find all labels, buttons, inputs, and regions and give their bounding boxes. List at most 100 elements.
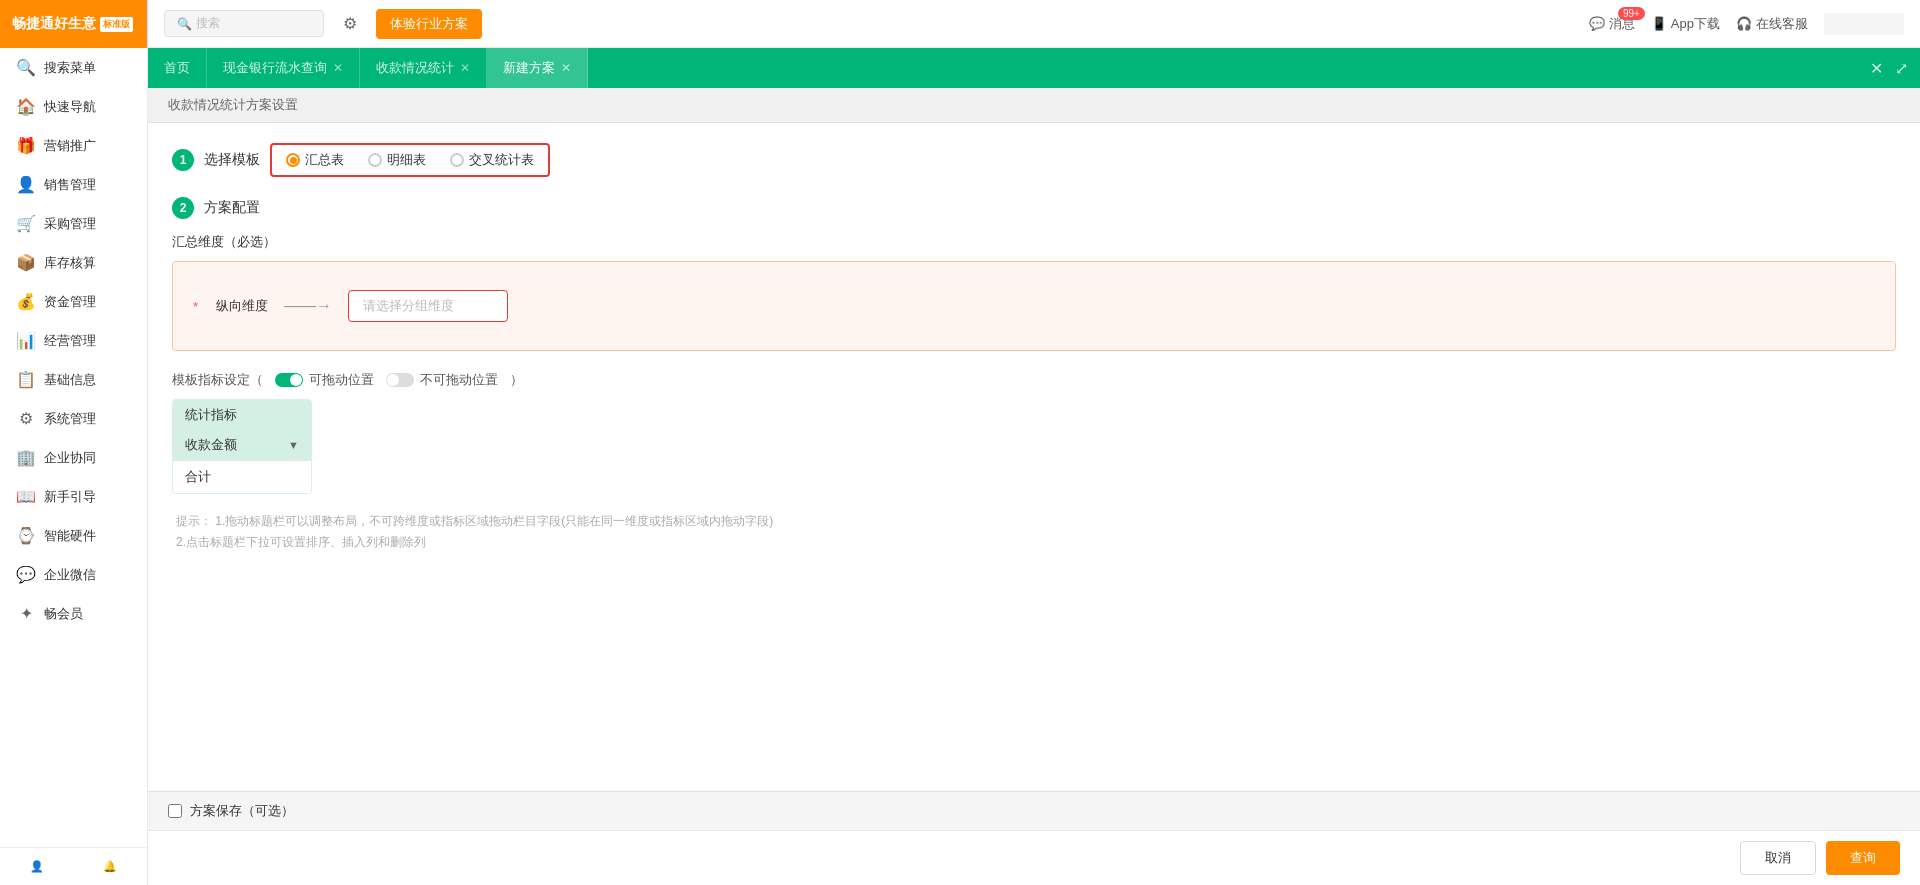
logo-badge: 标准版 bbox=[100, 17, 133, 32]
message-button[interactable]: 💬 消息 99+ bbox=[1589, 15, 1635, 33]
search-placeholder: 搜索 bbox=[196, 15, 220, 32]
home-icon: 🏠 bbox=[16, 97, 36, 116]
tip-2: 2.点击标题栏下拉可设置排序、插入列和删除列 bbox=[176, 534, 1896, 551]
sidebar-item-label: 快速导航 bbox=[44, 98, 96, 116]
user-icon: 👤 bbox=[16, 175, 36, 194]
radio-summary[interactable]: 汇总表 bbox=[286, 151, 344, 169]
sidebar-item-search-menu[interactable]: 🔍 搜索菜单 bbox=[0, 48, 147, 87]
sidebar-item-quick-nav[interactable]: 🏠 快速导航 bbox=[0, 87, 147, 126]
tab-stats-label: 收款情况统计 bbox=[376, 59, 454, 77]
tab-new-plan-close-icon[interactable]: ✕ bbox=[561, 61, 571, 75]
radio-detail-label: 明细表 bbox=[387, 151, 426, 169]
tab-home[interactable]: 首页 bbox=[148, 48, 207, 88]
cart-icon: 🛒 bbox=[16, 214, 36, 233]
sidebar-item-operation[interactable]: 📊 经营管理 bbox=[0, 321, 147, 360]
tab-bank-close-icon[interactable]: ✕ bbox=[333, 61, 343, 75]
template-radio-group: 汇总表 明细表 交叉统计表 bbox=[270, 143, 550, 177]
industry-btn[interactable]: 体验行业方案 bbox=[376, 9, 482, 39]
step1-section: 1 选择模板 汇总表 明细表 bbox=[172, 143, 1896, 177]
tips-section: 提示： 1.拖动标题栏可以调整布局，不可跨维度或指标区域拖动栏目字段(只能在同一… bbox=[172, 513, 1896, 551]
indicator-toolbar: 模板指标设定（ 可拖动位置 不可拖动位置 bbox=[172, 371, 1896, 389]
sidebar-bottom-notify[interactable]: 🔔 bbox=[99, 856, 121, 877]
sidebar-item-label: 搜索菜单 bbox=[44, 59, 96, 77]
non-draggable-label: 不可拖动位置 bbox=[420, 371, 498, 389]
cancel-button[interactable]: 取消 bbox=[1740, 841, 1816, 875]
step2-header: 2 方案配置 bbox=[172, 197, 1896, 219]
breadcrumb: 收款情况统计方案设置 bbox=[148, 88, 1920, 123]
tip-1: 提示： 1.拖动标题栏可以调整布局，不可跨维度或指标区域拖动栏目字段(只能在同一… bbox=[176, 513, 1896, 530]
sidebar-item-purchase[interactable]: 🛒 采购管理 bbox=[0, 204, 147, 243]
gift-icon: 🎁 bbox=[16, 136, 36, 155]
tab-stats[interactable]: 收款情况统计 ✕ bbox=[360, 48, 487, 88]
sidebar-item-wechat[interactable]: 💬 企业微信 bbox=[0, 555, 147, 594]
support-button[interactable]: 🎧 在线客服 bbox=[1736, 15, 1808, 33]
indicator-section: 模板指标设定（ 可拖动位置 不可拖动位置 bbox=[172, 371, 1896, 497]
download-button[interactable]: 📱 App下载 bbox=[1651, 15, 1720, 33]
save-checkbox[interactable] bbox=[168, 804, 182, 818]
tab-new-plan[interactable]: 新建方案 ✕ bbox=[487, 48, 588, 88]
clipboard-icon: 📋 bbox=[16, 370, 36, 389]
money-icon: 💰 bbox=[16, 292, 36, 311]
tab-stats-close-icon[interactable]: ✕ bbox=[460, 61, 470, 75]
sidebar-item-finance[interactable]: 💰 资金管理 bbox=[0, 282, 147, 321]
draggable-toggle[interactable]: 可拖动位置 bbox=[275, 371, 374, 389]
draggable-toggle-box bbox=[275, 373, 303, 387]
user-avatar[interactable] bbox=[1824, 13, 1904, 35]
sidebar: 畅捷通好生意 标准版 🔍 搜索菜单 🏠 快速导航 🎁 营销推广 👤 销售管理 🛒… bbox=[0, 0, 148, 885]
step2-title: 方案配置 bbox=[204, 199, 260, 217]
settings-button[interactable]: ⚙ bbox=[336, 10, 364, 38]
tab-expand-icon[interactable]: ⤢ bbox=[1895, 59, 1908, 78]
sidebar-item-label: 营销推广 bbox=[44, 137, 96, 155]
page-footer: 方案保存（可选） bbox=[148, 791, 1920, 830]
sidebar-item-smart-hw[interactable]: ⌚ 智能硬件 bbox=[0, 516, 147, 555]
sidebar-item-label: 采购管理 bbox=[44, 215, 96, 233]
required-star: * bbox=[193, 299, 198, 314]
sidebar-item-basic-info[interactable]: 📋 基础信息 bbox=[0, 360, 147, 399]
step1-num: 1 bbox=[172, 149, 194, 171]
support-icon: 🎧 bbox=[1736, 16, 1752, 31]
sidebar-bottom-user[interactable]: 👤 bbox=[26, 856, 48, 877]
dimension-select[interactable]: 请选择分组维度 bbox=[348, 290, 508, 322]
chart-icon: 📊 bbox=[16, 331, 36, 350]
total-cell: 合计 bbox=[173, 460, 311, 493]
radio-cross[interactable]: 交叉统计表 bbox=[450, 151, 534, 169]
radio-detail[interactable]: 明细表 bbox=[368, 151, 426, 169]
amount-label: 收款金额 bbox=[185, 436, 237, 454]
sidebar-item-guide[interactable]: 📖 新手引导 bbox=[0, 477, 147, 516]
non-draggable-toggle-box bbox=[386, 373, 414, 387]
topbar-right: 💬 消息 99+ 📱 App下载 🎧 在线客服 bbox=[1589, 13, 1904, 35]
support-label: 在线客服 bbox=[1756, 15, 1808, 33]
stats-indicator-header: 统计指标 bbox=[173, 400, 311, 430]
search-input[interactable]: 🔍 搜索 bbox=[164, 10, 324, 37]
dimension-section-label: 汇总维度（必选） bbox=[172, 233, 1896, 251]
sidebar-item-marketing[interactable]: 🎁 营销推广 bbox=[0, 126, 147, 165]
non-draggable-toggle[interactable]: 不可拖动位置 bbox=[386, 371, 498, 389]
tab-close-icon[interactable]: ✕ bbox=[1870, 59, 1883, 78]
sidebar-item-label: 基础信息 bbox=[44, 371, 96, 389]
star-icon: ✦ bbox=[16, 604, 36, 623]
indicator-title: 模板指标设定（ bbox=[172, 371, 263, 389]
main-content: 🔍 搜索 ⚙ 体验行业方案 💬 消息 99+ 📱 App下载 🎧 在线客服 bbox=[148, 0, 1920, 885]
dimension-area: * 纵向维度 ——→ 请选择分组维度 bbox=[172, 261, 1896, 351]
search-icon: 🔍 bbox=[177, 17, 192, 31]
vertical-dim-label: 纵向维度 bbox=[216, 297, 268, 315]
save-label: 方案保存（可选） bbox=[190, 802, 294, 820]
bottom-notify-icon: 🔔 bbox=[103, 860, 117, 873]
sidebar-item-system[interactable]: ⚙ 系统管理 bbox=[0, 399, 147, 438]
sidebar-item-enterprise[interactable]: 🏢 企业协同 bbox=[0, 438, 147, 477]
step1-header: 1 选择模板 汇总表 明细表 bbox=[172, 143, 1896, 177]
radio-summary-circle bbox=[286, 153, 300, 167]
tab-home-label: 首页 bbox=[164, 59, 190, 77]
sidebar-item-inventory[interactable]: 📦 库存核算 bbox=[0, 243, 147, 282]
query-button[interactable]: 查询 bbox=[1826, 841, 1900, 875]
download-label: App下载 bbox=[1671, 15, 1720, 33]
sidebar-item-label: 销售管理 bbox=[44, 176, 96, 194]
sidebar-item-member[interactable]: ✦ 畅会员 bbox=[0, 594, 147, 633]
step2-num: 2 bbox=[172, 197, 194, 219]
breadcrumb-text: 收款情况统计方案设置 bbox=[168, 97, 298, 112]
sidebar-item-sales[interactable]: 👤 销售管理 bbox=[0, 165, 147, 204]
tab-bank[interactable]: 现金银行流水查询 ✕ bbox=[207, 48, 360, 88]
tabbar: 首页 现金银行流水查询 ✕ 收款情况统计 ✕ 新建方案 ✕ ✕ ⤢ bbox=[148, 48, 1920, 88]
amount-header[interactable]: 收款金额 ▼ bbox=[173, 430, 311, 460]
step1-title: 选择模板 bbox=[204, 151, 260, 169]
